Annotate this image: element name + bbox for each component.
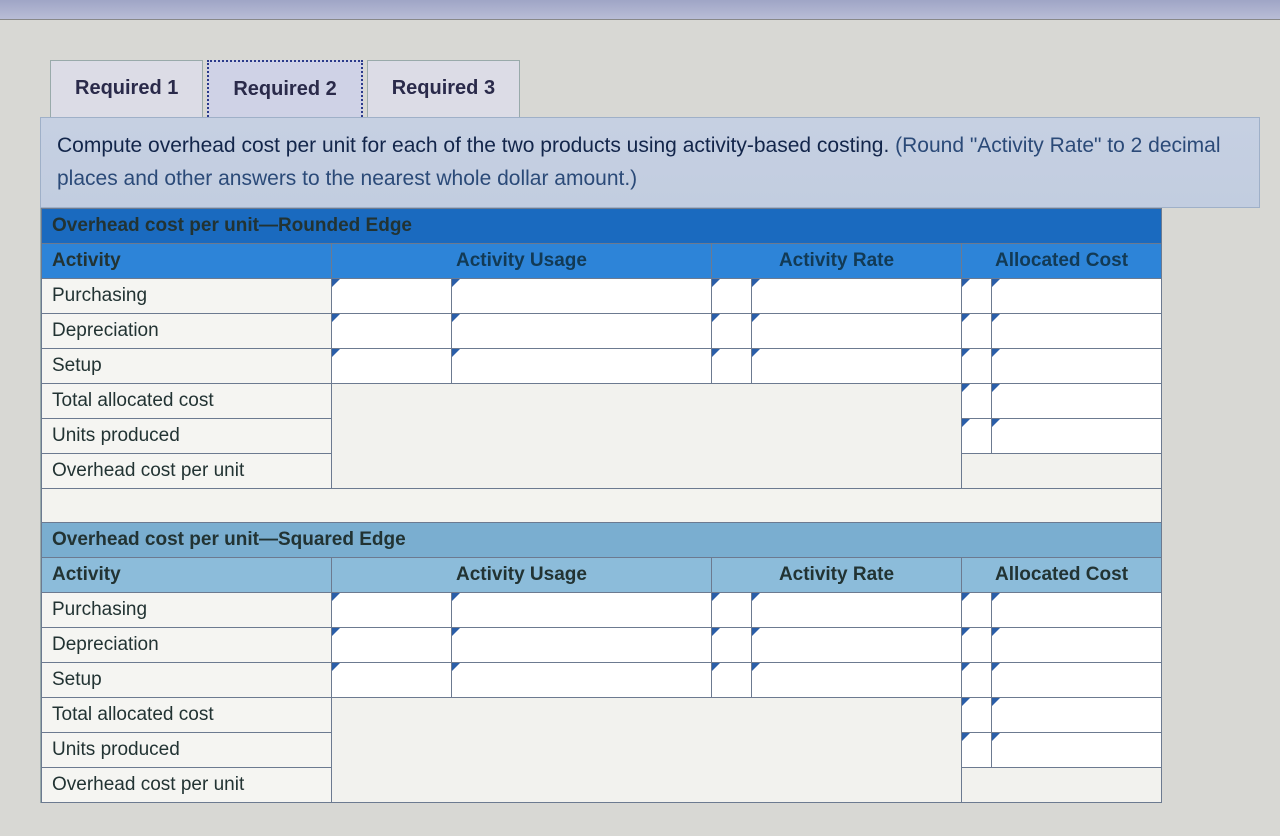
tab-bar: Required 1 Required 2 Required 3 xyxy=(50,60,1280,117)
input-alloc-val[interactable] xyxy=(992,349,1162,384)
blank-region xyxy=(962,768,1162,803)
input-alloc-val[interactable] xyxy=(992,663,1162,698)
input-rate-sym[interactable] xyxy=(712,314,752,349)
col-activity-rate: Activity Rate xyxy=(712,558,962,593)
table-row: Depreciation xyxy=(42,314,1162,349)
input-alloc-val[interactable] xyxy=(992,698,1162,733)
input-alloc-sym[interactable] xyxy=(962,279,992,314)
input-alloc-sym[interactable] xyxy=(962,349,992,384)
input-rate-sym[interactable] xyxy=(712,349,752,384)
input-alloc-sym[interactable] xyxy=(962,663,992,698)
instruction-prompt: Compute overhead cost per unit for each … xyxy=(57,134,889,157)
input-alloc-val[interactable] xyxy=(992,314,1162,349)
table-row: Setup xyxy=(42,663,1162,698)
input-alloc-val[interactable] xyxy=(992,419,1162,454)
row-label-depreciation: Depreciation xyxy=(42,628,332,663)
input-usage-unit[interactable] xyxy=(452,593,712,628)
input-alloc-sym[interactable] xyxy=(962,314,992,349)
table-row: Total allocated cost xyxy=(42,384,1162,419)
tab-required-1[interactable]: Required 1 xyxy=(50,60,203,117)
table-row: Purchasing xyxy=(42,279,1162,314)
input-usage-qty[interactable] xyxy=(332,663,452,698)
input-rate-val[interactable] xyxy=(752,314,962,349)
row-label-depreciation: Depreciation xyxy=(42,314,332,349)
row-label-purchasing: Purchasing xyxy=(42,593,332,628)
input-alloc-sym[interactable] xyxy=(962,593,992,628)
input-alloc-val[interactable] xyxy=(992,733,1162,768)
col-activity-usage: Activity Usage xyxy=(332,558,712,593)
row-label-units-produced: Units produced xyxy=(42,419,332,454)
cost-tables: Overhead cost per unit—Rounded Edge Acti… xyxy=(41,208,1162,803)
input-rate-val[interactable] xyxy=(752,349,962,384)
worksheet-canvas: Required 1 Required 2 Required 3 Compute… xyxy=(0,20,1280,803)
tab-required-2[interactable]: Required 2 xyxy=(207,60,362,117)
col-activity-rate: Activity Rate xyxy=(712,244,962,279)
input-usage-unit[interactable] xyxy=(452,349,712,384)
table-title-rounded-edge: Overhead cost per unit—Rounded Edge xyxy=(42,209,1162,244)
input-rate-sym[interactable] xyxy=(712,663,752,698)
input-alloc-val[interactable] xyxy=(992,279,1162,314)
table-row: Total allocated cost xyxy=(42,698,1162,733)
input-rate-val[interactable] xyxy=(752,628,962,663)
table-row: Depreciation xyxy=(42,628,1162,663)
blank-region xyxy=(332,698,962,803)
input-rate-sym[interactable] xyxy=(712,628,752,663)
col-activity-usage: Activity Usage xyxy=(332,244,712,279)
input-usage-qty[interactable] xyxy=(332,628,452,663)
input-alloc-sym[interactable] xyxy=(962,419,992,454)
input-rate-sym[interactable] xyxy=(712,593,752,628)
row-label-total-allocated: Total allocated cost xyxy=(42,698,332,733)
table-row: Setup xyxy=(42,349,1162,384)
input-usage-qty[interactable] xyxy=(332,314,452,349)
answer-sheet: Overhead cost per unit—Rounded Edge Acti… xyxy=(40,208,1160,803)
row-label-purchasing: Purchasing xyxy=(42,279,332,314)
col-allocated-cost: Allocated Cost xyxy=(962,244,1162,279)
input-usage-unit[interactable] xyxy=(452,663,712,698)
input-usage-qty[interactable] xyxy=(332,593,452,628)
row-label-overhead-per-unit: Overhead cost per unit xyxy=(42,454,332,489)
input-alloc-sym[interactable] xyxy=(962,384,992,419)
input-usage-unit[interactable] xyxy=(452,628,712,663)
spacer xyxy=(42,489,1162,523)
row-label-setup: Setup xyxy=(42,663,332,698)
blank-region xyxy=(332,384,962,489)
tab-required-3[interactable]: Required 3 xyxy=(367,60,520,117)
input-rate-val[interactable] xyxy=(752,663,962,698)
input-rate-val[interactable] xyxy=(752,279,962,314)
col-allocated-cost: Allocated Cost xyxy=(962,558,1162,593)
input-usage-qty[interactable] xyxy=(332,279,452,314)
blank-region xyxy=(962,454,1162,489)
row-label-units-produced: Units produced xyxy=(42,733,332,768)
row-label-total-allocated: Total allocated cost xyxy=(42,384,332,419)
input-alloc-val[interactable] xyxy=(992,384,1162,419)
table-row: Purchasing xyxy=(42,593,1162,628)
input-alloc-sym[interactable] xyxy=(962,628,992,663)
col-activity: Activity xyxy=(42,558,332,593)
input-alloc-val[interactable] xyxy=(992,593,1162,628)
window-top-bar xyxy=(0,0,1280,20)
input-usage-unit[interactable] xyxy=(452,314,712,349)
instruction-panel: Compute overhead cost per unit for each … xyxy=(40,117,1260,208)
input-alloc-val[interactable] xyxy=(992,628,1162,663)
row-label-overhead-per-unit: Overhead cost per unit xyxy=(42,768,332,803)
input-rate-sym[interactable] xyxy=(712,279,752,314)
input-usage-qty[interactable] xyxy=(332,349,452,384)
row-label-setup: Setup xyxy=(42,349,332,384)
table-title-squared-edge: Overhead cost per unit—Squared Edge xyxy=(42,523,1162,558)
input-usage-unit[interactable] xyxy=(452,279,712,314)
input-alloc-sym[interactable] xyxy=(962,698,992,733)
col-activity: Activity xyxy=(42,244,332,279)
input-alloc-sym[interactable] xyxy=(962,733,992,768)
input-rate-val[interactable] xyxy=(752,593,962,628)
